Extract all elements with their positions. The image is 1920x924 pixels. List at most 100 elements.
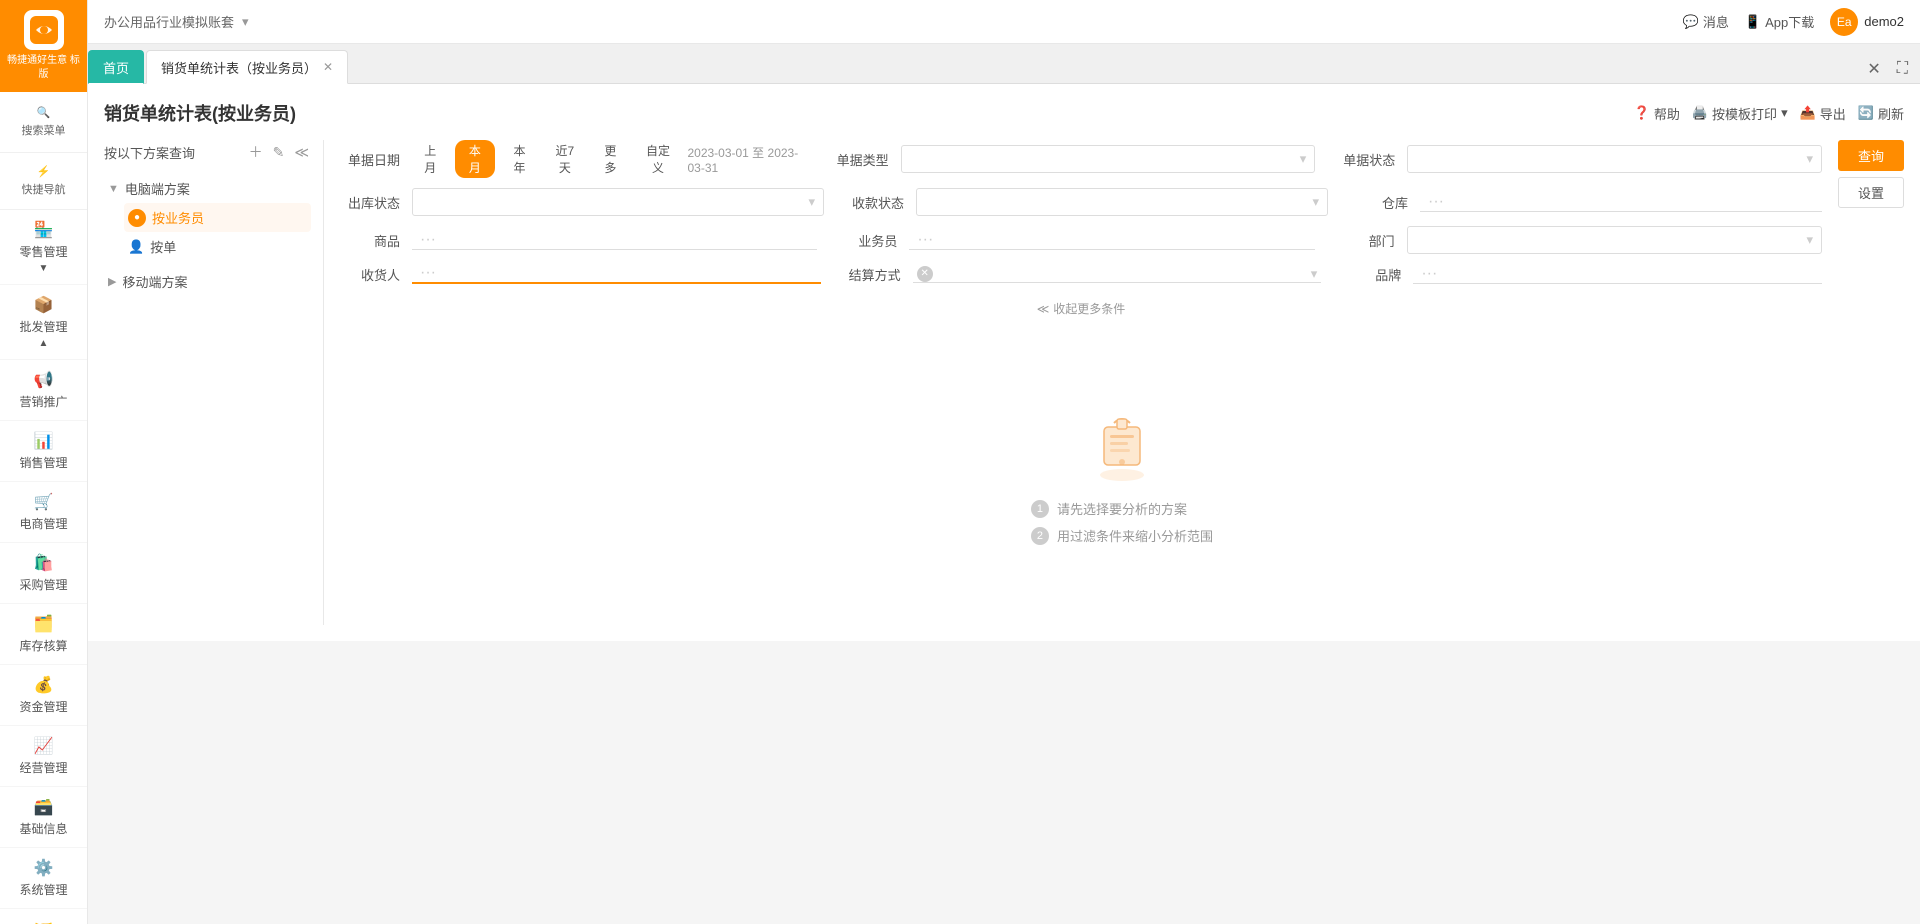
pay-status-label: 收款状态 [844,193,904,212]
sidebar-item-retail[interactable]: 🏪 零售管理 ▼ [0,210,87,285]
query-button[interactable]: 查询 [1838,140,1904,171]
brand-label: 品牌 [1341,265,1401,284]
search-icon: 🔍 [37,106,51,119]
tab-sales-stats[interactable]: 销货单统计表（按业务员） ✕ [146,50,348,84]
ecommerce-icon: 🛒 [34,492,54,512]
sidebar-item-finance[interactable]: 💰 资金管理 [0,665,87,726]
avatar: Ea [1830,8,1858,36]
date-btn-last-month[interactable]: 上月 [412,140,449,178]
ecommerce-label: 电商管理 [19,515,67,532]
tree-mobile-group[interactable]: ▶ 移动端方案 [104,267,311,296]
settings-button[interactable]: 设置 [1838,177,1904,208]
collapse-panel-button[interactable]: ≪ [292,140,311,164]
salesperson-filter-label: 业务员 [837,231,897,250]
sidebar-item-ecommerce[interactable]: 🛒 电商管理 [0,482,87,543]
action-buttons: 查询 设置 [1838,140,1904,208]
pay-status-select[interactable]: ▾ [916,188,1328,216]
sidebar-item-enterprise[interactable]: 🤝 企业协同 [0,909,87,924]
tree-salesperson-item[interactable]: ● 按业务员 [124,203,311,232]
tab-close-icon[interactable]: ✕ [323,60,333,74]
tree-bill-item[interactable]: 👤 按单 [124,232,311,261]
export-button[interactable]: 📤 导出 [1800,104,1846,123]
add-scheme-button[interactable]: ＋ [247,140,265,164]
page: 销货单统计表(按业务员) ❓ 帮助 🖨️ 按模板打印 ▾ 📤 导出 [88,84,1920,641]
date-group: 上月 本月 本年 近7天 更多 自定义 2023-03-01 至 2023-03… [412,140,809,178]
left-panel-header: 按以下方案查询 ＋ ✎ ≪ [104,140,311,164]
retail-label: 零售管理 [19,243,67,260]
salesperson-ellipsis[interactable]: ··· [913,231,937,249]
date-btn-custom[interactable]: 自定义 [635,140,682,178]
sidebar-item-basic[interactable]: 🗃️ 基础信息 [0,787,87,848]
consignee-ellipsis[interactable]: ··· [416,264,440,282]
filter-row-1: 单据日期 上月 本月 本年 近7天 更多 自定义 2023-03-01 至 20… [340,140,1822,178]
goods-ellipsis[interactable]: ··· [416,231,440,249]
date-btn-7days[interactable]: 近7天 [544,140,586,178]
edit-scheme-button[interactable]: ✎ [271,140,287,164]
date-btn-more[interactable]: 更多 [592,140,629,178]
sidebar-item-operations[interactable]: 📈 经营管理 [0,726,87,787]
help-button[interactable]: ❓ 帮助 [1634,104,1680,123]
sidebar-menu: 🏪 零售管理 ▼ 📦 批发管理 ▲ 📢 营销推广 📊 销售管理 🛒 电商管理 🛍… [0,210,87,924]
tabbar: 首页 销货单统计表（按业务员） ✕ ✕ ⛶ [88,44,1920,84]
step-1-num: 1 [1031,500,1049,518]
app-download-button[interactable]: 📱 App下载 [1745,12,1814,31]
message-button[interactable]: 💬 消息 [1683,12,1729,31]
collapse-button[interactable]: ≪ 收起更多条件 [1037,300,1126,317]
refresh-button[interactable]: 🔄 刷新 [1858,104,1904,123]
date-range-display: 2023-03-01 至 2023-03-31 [687,144,808,175]
app-download-label: App下载 [1765,12,1814,31]
basic-label: 基础信息 [19,820,67,837]
tab-home-label: 首页 [103,58,129,77]
basic-icon: 🗃️ [34,797,54,817]
download-icon: 📱 [1745,14,1761,30]
print-button[interactable]: 🖨️ 按模板打印 ▾ [1692,104,1788,123]
breadcrumb-dropdown-icon[interactable]: ▾ [242,14,249,30]
warehouse-ellipsis[interactable]: ··· [1424,193,1448,211]
status-select[interactable]: ▾ [1407,145,1822,173]
tree-mobile-group-label: 移动端方案 [122,272,187,291]
search-menu-label: 搜索菜单 [22,122,66,138]
tab-home[interactable]: 首页 [88,50,144,84]
empty-text: 1 请先选择要分析的方案 2 用过滤条件来缩小分析范围 [1031,499,1213,545]
type-select[interactable]: ▾ [901,145,1316,173]
payment-field: ✕ ▾ [913,266,1322,283]
operations-label: 经营管理 [19,759,67,776]
finance-icon: 💰 [34,675,54,695]
sidebar-item-sales[interactable]: 📊 销售管理 [0,421,87,482]
dept-label: 部门 [1335,231,1395,250]
sidebar-item-system[interactable]: ⚙️ 系统管理 [0,848,87,909]
warehouse-label: 仓库 [1348,193,1408,212]
filter-area: 单据日期 上月 本月 本年 近7天 更多 自定义 2023-03-01 至 20… [340,140,1904,327]
dept-select[interactable]: ▾ [1407,226,1822,254]
quick-nav-button[interactable]: ⚡ 快捷导航 [0,159,87,203]
out-status-select[interactable]: ▾ [412,188,824,216]
filter-fields: 单据日期 上月 本月 本年 近7天 更多 自定义 2023-03-01 至 20… [340,140,1822,327]
tree-pc-group-label: 电脑端方案 [125,179,190,198]
page-title: 销货单统计表(按业务员) [104,100,296,126]
date-btn-this-month[interactable]: 本月 [455,140,496,178]
payment-clear-button[interactable]: ✕ [917,266,933,282]
sidebar-item-marketing[interactable]: 📢 营销推广 [0,360,87,421]
empty-icon [1082,407,1162,487]
app-logo[interactable]: 畅捷通好生意 标版 [0,0,87,92]
sidebar-item-wholesale[interactable]: 📦 批发管理 ▲ [0,285,87,360]
sidebar-item-purchase[interactable]: 🛍️ 采购管理 [0,543,87,604]
topbar-left: 办公用品行业模拟账套 ▾ [104,12,249,31]
bill-icon: 👤 [128,239,144,255]
search-menu-button[interactable]: 🔍 搜索菜单 [6,100,81,144]
system-icon: ⚙️ [34,858,54,878]
step-2-num: 2 [1031,527,1049,545]
tree-pc-group[interactable]: ▼ 电脑端方案 [104,174,311,203]
consignee-label: 收货人 [340,265,400,284]
sidebar-item-inventory[interactable]: 🗂️ 库存核算 [0,604,87,665]
purchase-icon: 🛍️ [34,553,54,573]
brand-ellipsis[interactable]: ··· [1417,265,1441,283]
breadcrumb: 办公用品行业模拟账套 [104,12,234,31]
username-label[interactable]: demo2 [1864,14,1904,29]
tab-maximize-button[interactable]: ⛶ [1893,56,1912,82]
dept-dropdown-icon: ▾ [1806,232,1813,248]
inventory-icon: 🗂️ [34,614,54,634]
date-btn-this-year[interactable]: 本年 [501,140,538,178]
content-area: 销货单统计表(按业务员) ❓ 帮助 🖨️ 按模板打印 ▾ 📤 导出 [88,84,1920,924]
tab-close-window-button[interactable]: ✕ [1863,55,1884,83]
